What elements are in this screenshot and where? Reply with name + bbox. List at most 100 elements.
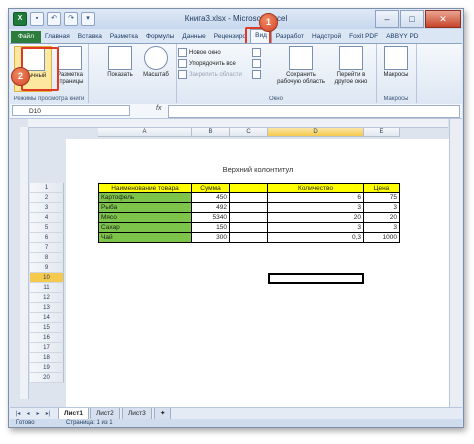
table-header-cell[interactable]: Цена xyxy=(364,183,400,193)
insert-function-icon[interactable]: fx xyxy=(156,105,161,112)
arrange-all-button[interactable]: Упорядочить все xyxy=(178,59,236,68)
table-cell[interactable]: 3 xyxy=(268,223,364,233)
table-cell[interactable]: Сахар xyxy=(98,223,192,233)
table-cell[interactable]: Рыба xyxy=(98,203,192,213)
table-cell[interactable]: Картофель xyxy=(98,193,192,203)
tab-data[interactable]: Данные xyxy=(178,31,209,43)
table-cell[interactable] xyxy=(230,223,268,233)
prev-sheet-icon[interactable]: ◂ xyxy=(24,410,32,418)
tab-formulas[interactable]: Формулы xyxy=(142,31,178,43)
save-workspace-button[interactable]: Сохранить рабочую область xyxy=(276,46,326,90)
table-cell[interactable]: 492 xyxy=(192,203,230,213)
table-header-cell[interactable]: Количество xyxy=(268,183,364,193)
show-button[interactable]: Показать xyxy=(102,46,138,90)
table-cell[interactable]: 0,3 xyxy=(268,233,364,243)
unhide-icon[interactable] xyxy=(252,70,263,79)
row-header[interactable]: 16 xyxy=(30,333,64,343)
row-header[interactable]: 6 xyxy=(30,233,64,243)
last-sheet-icon[interactable]: ▸| xyxy=(44,410,52,418)
first-sheet-icon[interactable]: |◂ xyxy=(14,410,22,418)
table-header-cell[interactable] xyxy=(230,183,268,193)
vertical-scrollbar[interactable] xyxy=(449,119,462,407)
row-header[interactable]: 1 xyxy=(30,183,64,193)
row-header[interactable]: 14 xyxy=(30,313,64,323)
row-header[interactable]: 2 xyxy=(30,193,64,203)
row-header[interactable]: 3 xyxy=(30,203,64,213)
row-header[interactable]: 5 xyxy=(30,223,64,233)
column-header-e[interactable]: E xyxy=(364,128,400,137)
table-cell[interactable]: 6 xyxy=(268,193,364,203)
table-cell[interactable]: 450 xyxy=(192,193,230,203)
column-header-a[interactable]: A xyxy=(98,128,192,137)
table-cell[interactable]: 75 xyxy=(364,193,400,203)
column-header-b[interactable]: B xyxy=(192,128,230,137)
row-header[interactable]: 17 xyxy=(30,343,64,353)
maximize-icon[interactable]: □ xyxy=(400,10,424,28)
freeze-panes-button[interactable]: Закрепить области xyxy=(178,70,242,79)
table-cell[interactable]: 3 xyxy=(364,223,400,233)
macros-label: Макросы xyxy=(383,72,409,78)
tab-addins[interactable]: Надстрой xyxy=(308,31,345,43)
tab-developer[interactable]: Разработ xyxy=(272,31,308,43)
hide-icon[interactable] xyxy=(252,59,263,68)
switch-windows-button[interactable]: Перейти в другое окно xyxy=(328,46,374,90)
column-header-c[interactable]: C xyxy=(230,128,268,137)
row-header[interactable]: 9 xyxy=(30,263,64,273)
row-header[interactable]: 20 xyxy=(30,373,64,383)
table-cell[interactable]: 20 xyxy=(364,213,400,223)
formula-input[interactable] xyxy=(168,105,460,118)
table-cell[interactable] xyxy=(230,203,268,213)
table-cell[interactable]: 150 xyxy=(192,223,230,233)
page-layout-icon xyxy=(58,46,82,70)
row-header[interactable]: 4 xyxy=(30,213,64,223)
column-header-d[interactable]: D xyxy=(268,128,364,137)
name-box[interactable]: D10 xyxy=(12,105,130,116)
tab-insert[interactable]: Вставка xyxy=(74,31,106,43)
row-header[interactable]: 12 xyxy=(30,293,64,303)
callout-2: 2 xyxy=(11,67,30,86)
tab-page-layout[interactable]: Разметка xyxy=(106,31,142,43)
row-header[interactable]: 11 xyxy=(30,283,64,293)
save-workspace-label: Сохранить рабочую область xyxy=(277,72,325,85)
table-cell[interactable]: 20 xyxy=(268,213,364,223)
zoom-button[interactable]: Масштаб xyxy=(138,46,174,90)
minimize-icon[interactable]: – xyxy=(375,10,399,28)
row-header[interactable]: 8 xyxy=(30,253,64,263)
new-window-button[interactable]: Новое окно xyxy=(178,48,221,57)
row-header[interactable]: 19 xyxy=(30,363,64,373)
switch-windows-icon xyxy=(339,46,363,70)
status-page: Страница: 1 из 1 xyxy=(66,420,113,426)
tab-home[interactable]: Главная xyxy=(41,31,74,43)
formula-bar: D10 fx xyxy=(10,104,462,119)
table-cell[interactable]: 3 xyxy=(364,203,400,213)
next-sheet-icon[interactable]: ▸ xyxy=(34,410,42,418)
table-cell[interactable] xyxy=(230,193,268,203)
close-icon[interactable]: ✕ xyxy=(425,10,461,28)
table-cell[interactable] xyxy=(230,213,268,223)
row-header[interactable]: 18 xyxy=(30,353,64,363)
title-bar: X ▪ ↶ ↷ ▾ Книга3.xlsx - Microsoft Excel … xyxy=(9,9,463,29)
table-cell[interactable]: 3 xyxy=(268,203,364,213)
table-header-cell[interactable]: Наименование товара xyxy=(98,183,192,193)
tab-file[interactable]: Файл xyxy=(11,31,41,43)
active-cell-d10[interactable] xyxy=(268,273,364,284)
table-cell[interactable]: 1000 xyxy=(364,233,400,243)
table-cell[interactable] xyxy=(230,233,268,243)
table-header-cell[interactable]: Сумма xyxy=(192,183,230,193)
status-bar: Готово Страница: 1 из 1 xyxy=(10,419,462,427)
tab-abbyy-pdf[interactable]: ABBYY PD xyxy=(382,31,422,43)
show-zoom-group: Показать Масштаб xyxy=(100,44,177,103)
macros-button[interactable]: Макросы xyxy=(378,46,414,90)
status-ready: Готово xyxy=(16,420,35,426)
table-cell[interactable]: 5340 xyxy=(192,213,230,223)
tab-foxit-pdf[interactable]: Foxit PDF xyxy=(345,31,382,43)
row-header[interactable]: 13 xyxy=(30,303,64,313)
table-cell[interactable]: 300 xyxy=(192,233,230,243)
row-header[interactable]: 10 xyxy=(30,273,64,283)
row-header[interactable]: 7 xyxy=(30,243,64,253)
page-header[interactable]: Верхний колонтитул xyxy=(66,165,450,174)
row-header[interactable]: 15 xyxy=(30,323,64,333)
table-cell[interactable]: Чай xyxy=(98,233,192,243)
split-icon[interactable] xyxy=(252,48,263,57)
table-cell[interactable]: Мясо xyxy=(98,213,192,223)
